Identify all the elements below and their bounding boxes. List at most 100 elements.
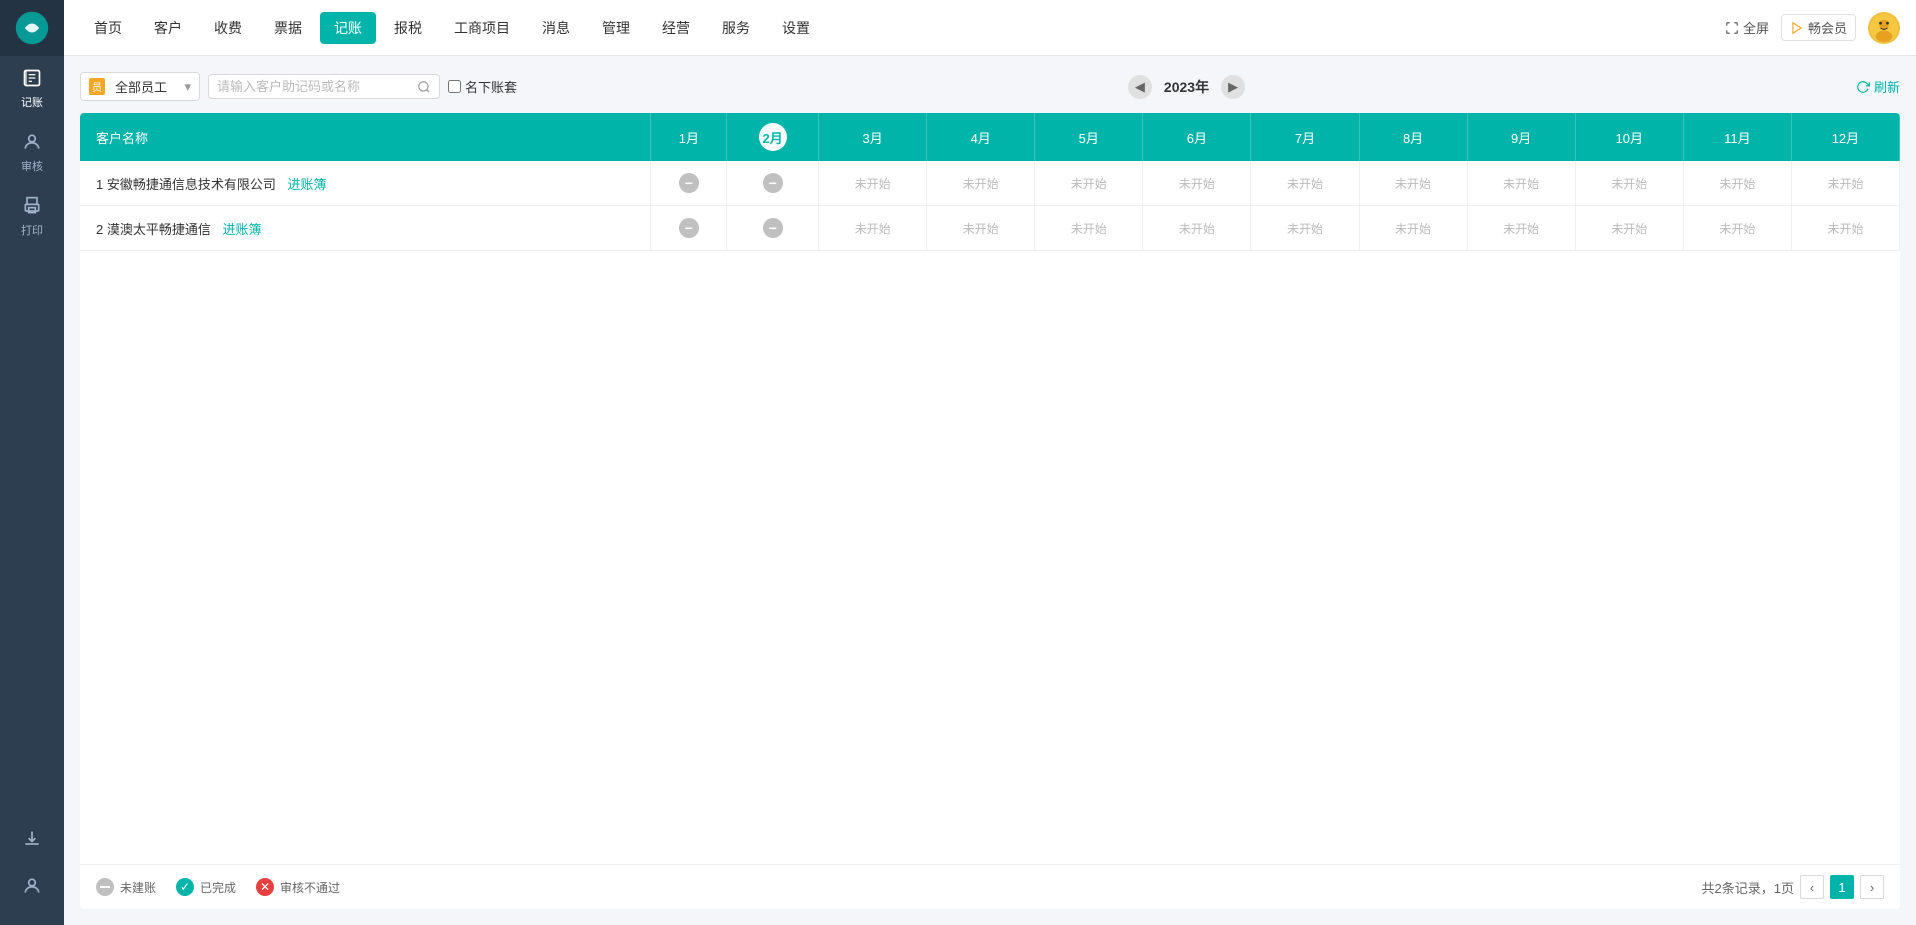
completed-icon: ✓ xyxy=(176,878,194,896)
status-not-started: 未开始 xyxy=(1503,177,1539,191)
chevron-down-icon: ▾ xyxy=(184,79,191,95)
fullscreen-button[interactable]: 全屏 xyxy=(1725,18,1769,37)
status-not-started: 未开始 xyxy=(963,177,999,191)
nav-invoice[interactable]: 票据 xyxy=(260,12,316,44)
next-page-button[interactable]: › xyxy=(1860,875,1884,899)
status-minus-icon: − xyxy=(679,173,699,193)
sidebar-bottom xyxy=(0,819,64,925)
page-1-button[interactable]: 1 xyxy=(1830,875,1854,899)
client-index: 1 xyxy=(96,177,107,192)
sidebar-item-audit[interactable]: 审核 xyxy=(0,120,64,184)
col-client-name: 客户名称 xyxy=(80,113,651,161)
name-under-checkbox[interactable] xyxy=(448,80,461,93)
table-footer: 未建账 ✓ 已完成 ✕ 审核不通过 共2条记录，1页 ‹ 1 › xyxy=(80,864,1900,909)
cell-apr: 未开始 xyxy=(927,161,1035,206)
status-not-started: 未开始 xyxy=(1179,177,1215,191)
status-not-started: 未开始 xyxy=(1611,222,1647,236)
cell-mar: 未开始 xyxy=(819,206,927,251)
refresh-button[interactable]: 刷新 xyxy=(1856,77,1900,96)
prev-year-button[interactable]: ◀ xyxy=(1128,75,1152,99)
cell-jul: 未开始 xyxy=(1251,161,1359,206)
col-apr: 4月 xyxy=(927,113,1035,161)
client-index: 2 xyxy=(96,222,107,237)
search-wrap xyxy=(208,74,440,99)
cell-oct: 未开始 xyxy=(1575,206,1683,251)
sidebar-item-user-bottom[interactable] xyxy=(0,866,64,909)
cell-jun: 未开始 xyxy=(1143,161,1251,206)
nav-billing[interactable]: 收费 xyxy=(200,12,256,44)
nav-ledger[interactable]: 记账 xyxy=(320,12,376,44)
table-body: 1 安徽畅捷通信息技术有限公司 进账簿 −−未开始未开始未开始未开始未开始未开始… xyxy=(80,161,1900,251)
employee-select[interactable]: 员 全部员工 ▾ xyxy=(80,72,200,101)
status-not-started: 未开始 xyxy=(1395,177,1431,191)
nav-manage[interactable]: 管理 xyxy=(588,12,644,44)
checkbox-label[interactable]: 名下账套 xyxy=(448,77,517,96)
client-name-text: 安徽畅捷通信息技术有限公司 xyxy=(107,177,276,192)
nav-client[interactable]: 客户 xyxy=(140,12,196,44)
cell-apr: 未开始 xyxy=(927,206,1035,251)
nav-settings[interactable]: 设置 xyxy=(768,12,824,44)
col-nov: 11月 xyxy=(1683,113,1791,161)
status-not-started: 未开始 xyxy=(1287,222,1323,236)
content: 员 全部员工 ▾ 名下账套 ◀ 2023年 xyxy=(64,56,1916,925)
cell-may: 未开始 xyxy=(1035,161,1143,206)
fullscreen-label: 全屏 xyxy=(1743,18,1769,37)
status-not-started: 未开始 xyxy=(1827,177,1863,191)
nav-home[interactable]: 首页 xyxy=(80,12,136,44)
nav-business[interactable]: 工商项目 xyxy=(440,12,524,44)
failed-label: 审核不通过 xyxy=(280,879,340,896)
nav-message[interactable]: 消息 xyxy=(528,12,584,44)
col-mar: 3月 xyxy=(819,113,927,161)
search-input[interactable] xyxy=(217,79,417,94)
employee-label: 全部员工 xyxy=(115,77,167,96)
cell-jan: − xyxy=(651,161,727,206)
topnav-right: 全屏 畅会员 xyxy=(1725,12,1900,44)
enter-ledger-link[interactable]: 进账簿 xyxy=(287,177,326,192)
not-built-label: 未建账 xyxy=(120,879,156,896)
toolbar: 员 全部员工 ▾ 名下账套 ◀ 2023年 xyxy=(80,72,1900,101)
sidebar-item-print[interactable]: 打印 xyxy=(0,184,64,248)
cell-sep: 未开始 xyxy=(1467,206,1575,251)
col-feb: 2月 xyxy=(727,113,819,161)
main-table: 客户名称 1月 2月 3月 4月 5月 6月 7月 8月 xyxy=(80,113,1900,251)
next-year-button[interactable]: ▶ xyxy=(1221,75,1245,99)
table-container: 客户名称 1月 2月 3月 4月 5月 6月 7月 8月 xyxy=(80,113,1900,909)
search-icon xyxy=(417,80,431,94)
cell-aug: 未开始 xyxy=(1359,161,1467,206)
nav-tax[interactable]: 报税 xyxy=(380,12,436,44)
member-button[interactable]: 畅会员 xyxy=(1781,14,1856,41)
status-minus-icon: − xyxy=(763,173,783,193)
member-label: 畅会员 xyxy=(1808,18,1847,37)
prev-page-button[interactable]: ‹ xyxy=(1800,875,1824,899)
table-scroll: 客户名称 1月 2月 3月 4月 5月 6月 7月 8月 xyxy=(80,113,1900,864)
sidebar-item-ledger[interactable]: 记账 xyxy=(0,56,64,120)
download-icon xyxy=(22,829,42,852)
year-nav: ◀ 2023年 ▶ xyxy=(1128,75,1245,99)
legend-failed: ✕ 审核不通过 xyxy=(256,878,340,896)
nav-service[interactable]: 服务 xyxy=(708,12,764,44)
col-jan: 1月 xyxy=(651,113,727,161)
status-not-started: 未开始 xyxy=(1827,222,1863,236)
cell-oct: 未开始 xyxy=(1575,161,1683,206)
cell-dec: 未开始 xyxy=(1791,206,1899,251)
client-name-text: 漠澳太平畅捷通信 xyxy=(107,222,211,237)
sidebar-item-download[interactable] xyxy=(0,819,64,862)
col-aug: 8月 xyxy=(1359,113,1467,161)
refresh-icon xyxy=(1856,80,1870,94)
avatar[interactable] xyxy=(1868,12,1900,44)
search-button[interactable] xyxy=(417,80,431,94)
col-dec: 12月 xyxy=(1791,113,1899,161)
status-not-started: 未开始 xyxy=(855,177,891,191)
cell-feb: − xyxy=(727,206,819,251)
legend-not-built: 未建账 xyxy=(96,878,156,896)
logo xyxy=(0,0,64,56)
nav-operation[interactable]: 经营 xyxy=(648,12,704,44)
status-not-started: 未开始 xyxy=(1719,222,1755,236)
cell-client-name: 1 安徽畅捷通信息技术有限公司 进账簿 xyxy=(80,161,651,206)
cell-aug: 未开始 xyxy=(1359,206,1467,251)
not-built-icon xyxy=(96,878,114,896)
refresh-label: 刷新 xyxy=(1874,77,1900,96)
print-icon xyxy=(18,194,46,218)
enter-ledger-link[interactable]: 进账簿 xyxy=(222,222,261,237)
status-minus-icon: − xyxy=(679,218,699,238)
